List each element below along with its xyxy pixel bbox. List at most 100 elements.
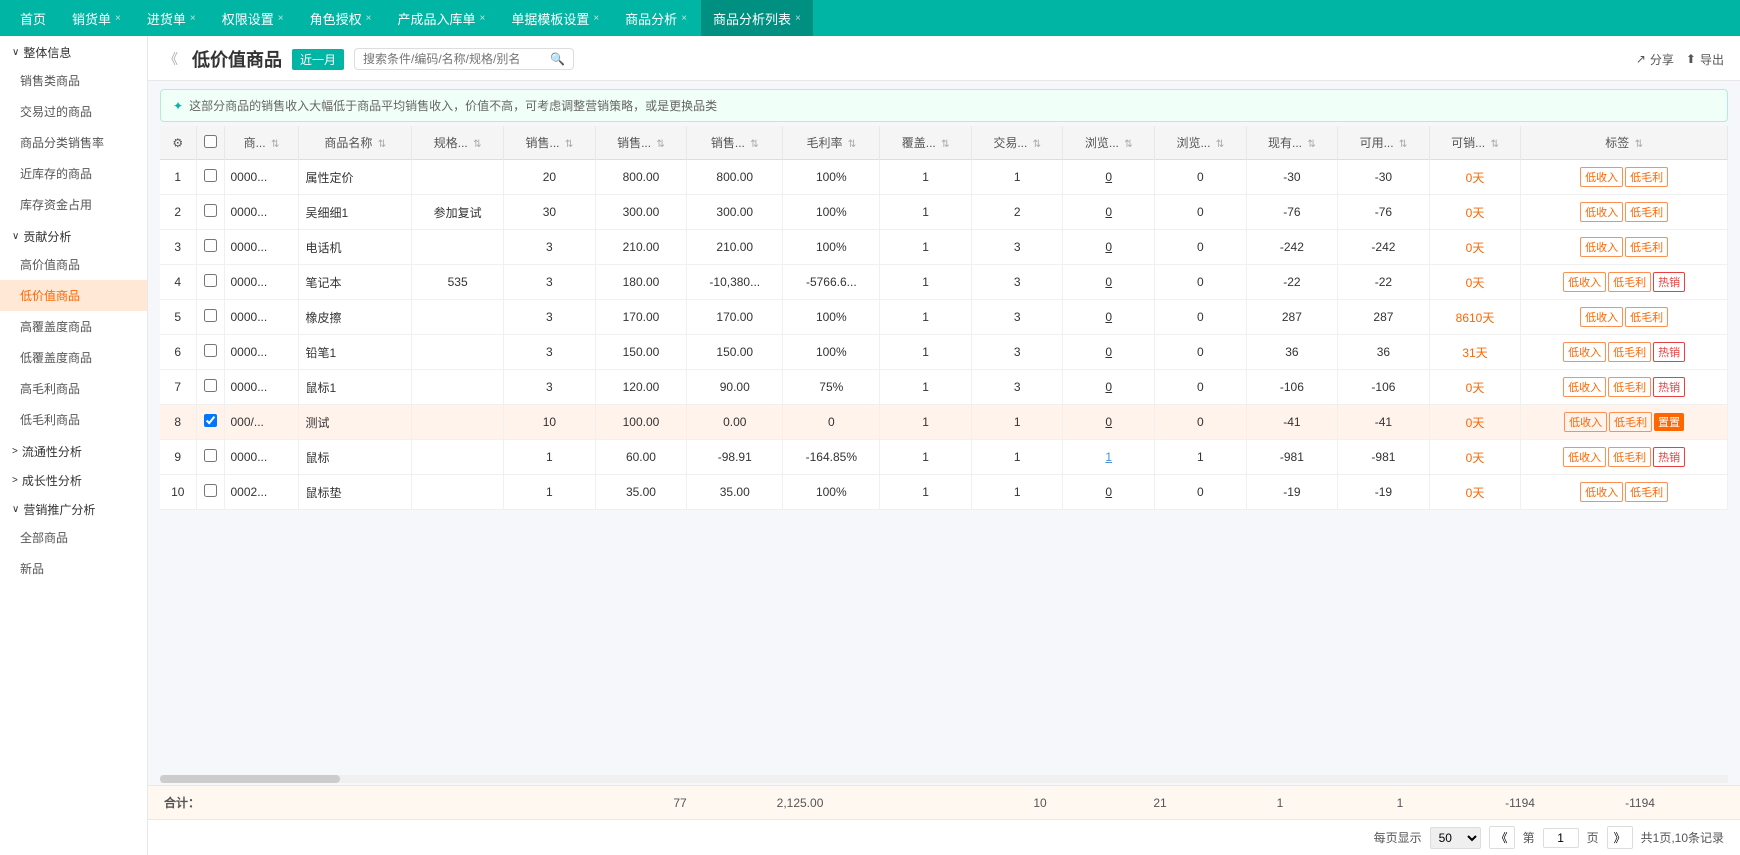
close-icon[interactable]: × bbox=[366, 13, 372, 24]
row-stock2: -41 bbox=[1338, 405, 1430, 440]
period-badge[interactable]: 近一月 bbox=[292, 49, 344, 70]
col-settings[interactable]: ⚙ bbox=[160, 126, 196, 160]
sidebar-item-high-margin[interactable]: 高毛利商品 bbox=[0, 373, 147, 404]
col-code[interactable]: 商... ⇅ bbox=[224, 126, 299, 160]
row-checkbox[interactable] bbox=[196, 370, 224, 405]
sidebar-section-growth[interactable]: > 成长性分析 bbox=[0, 464, 147, 493]
close-icon[interactable]: × bbox=[681, 13, 687, 24]
footer-spacer1 bbox=[220, 796, 340, 810]
close-icon[interactable]: × bbox=[190, 13, 196, 24]
sidebar-section-marketing[interactable]: ∨ 营销推广分析 bbox=[0, 493, 147, 522]
col-qty[interactable]: 销售... ⇅ bbox=[504, 126, 596, 160]
row-select-checkbox[interactable] bbox=[204, 169, 217, 182]
row-view1[interactable]: 1 bbox=[1063, 440, 1155, 475]
sidebar-item-stock-capital[interactable]: 库存资金占用 bbox=[0, 189, 147, 220]
tag-hot: 热销 bbox=[1653, 447, 1685, 467]
row-view1: 0 bbox=[1063, 265, 1155, 300]
col-days[interactable]: 可销... ⇅ bbox=[1429, 126, 1521, 160]
sidebar-item-low-coverage[interactable]: 低覆盖度商品 bbox=[0, 342, 147, 373]
close-icon[interactable]: × bbox=[795, 13, 801, 24]
row-checkbox[interactable] bbox=[196, 440, 224, 475]
nav-template-setting[interactable]: 单据模板设置 × bbox=[499, 0, 611, 36]
search-input[interactable] bbox=[363, 52, 544, 66]
row-stock2: -242 bbox=[1338, 230, 1430, 265]
sidebar-section-overall[interactable]: ∨ 整体信息 bbox=[0, 36, 147, 65]
col-coverage[interactable]: 覆盖... ⇅ bbox=[880, 126, 972, 160]
sidebar-item-all-goods[interactable]: 全部商品 bbox=[0, 522, 147, 553]
sidebar-item-new-goods[interactable]: 新品 bbox=[0, 553, 147, 584]
sidebar-item-high-value[interactable]: 高价值商品 bbox=[0, 249, 147, 280]
nav-home[interactable]: 首页 bbox=[8, 0, 58, 36]
share-button[interactable]: ↗ 分享 bbox=[1636, 51, 1674, 68]
select-all-checkbox[interactable] bbox=[204, 135, 217, 148]
row-select-checkbox[interactable] bbox=[204, 204, 217, 217]
row-checkbox[interactable] bbox=[196, 335, 224, 370]
row-trade: 2 bbox=[971, 195, 1063, 230]
col-tags[interactable]: 标签 ⇅ bbox=[1521, 126, 1728, 160]
row-checkbox[interactable] bbox=[196, 160, 224, 195]
row-stock1: 287 bbox=[1246, 300, 1338, 335]
col-sale2[interactable]: 销售... ⇅ bbox=[687, 126, 783, 160]
row-select-checkbox[interactable] bbox=[204, 379, 217, 392]
row-view1: 0 bbox=[1063, 195, 1155, 230]
row-name: 鼠标 bbox=[299, 440, 412, 475]
row-checkbox[interactable] bbox=[196, 230, 224, 265]
chevron-down-icon: ∨ bbox=[12, 231, 19, 242]
nav-purchase-order[interactable]: 进货单 × bbox=[135, 0, 208, 36]
close-icon[interactable]: × bbox=[278, 13, 284, 24]
sidebar-item-low-stock[interactable]: 近库存的商品 bbox=[0, 158, 147, 189]
content-area: 《 低价值商品 近一月 🔍 ↗ 分享 ⬆ 导出 ✦ 这部分商品的销售收入大幅 bbox=[148, 36, 1740, 855]
sidebar-item-category-sales[interactable]: 商品分类销售率 bbox=[0, 127, 147, 158]
row-checkbox[interactable] bbox=[196, 195, 224, 230]
row-select-checkbox[interactable] bbox=[204, 309, 217, 322]
sidebar-item-traded-goods[interactable]: 交易过的商品 bbox=[0, 96, 147, 127]
row-select-checkbox[interactable] bbox=[204, 414, 217, 427]
col-name[interactable]: 商品名称 ⇅ bbox=[299, 126, 412, 160]
sidebar-item-high-coverage[interactable]: 高覆盖度商品 bbox=[0, 311, 147, 342]
header-actions: ↗ 分享 ⬆ 导出 bbox=[1636, 51, 1724, 68]
sidebar-section-liquidity[interactable]: > 流通性分析 bbox=[0, 435, 147, 464]
row-select-checkbox[interactable] bbox=[204, 484, 217, 497]
sidebar-item-sales-goods[interactable]: 销售类商品 bbox=[0, 65, 147, 96]
next-page-button[interactable]: 》 bbox=[1607, 826, 1633, 849]
first-page-button[interactable]: 《 bbox=[1489, 826, 1515, 849]
nav-product-warehouse[interactable]: 产成品入库单 × bbox=[385, 0, 497, 36]
search-icon[interactable]: 🔍 bbox=[550, 52, 565, 66]
export-button[interactable]: ⬆ 导出 bbox=[1686, 51, 1724, 68]
row-checkbox[interactable] bbox=[196, 300, 224, 335]
sidebar-toggle-button[interactable]: 《 bbox=[164, 49, 178, 69]
row-select-checkbox[interactable] bbox=[204, 239, 217, 252]
row-checkbox[interactable] bbox=[196, 475, 224, 510]
close-icon[interactable]: × bbox=[479, 13, 485, 24]
sidebar-item-low-margin[interactable]: 低毛利商品 bbox=[0, 404, 147, 435]
col-spec[interactable]: 规格... ⇅ bbox=[412, 126, 504, 160]
nav-sales-order[interactable]: 销货单 × bbox=[60, 0, 133, 36]
row-checkbox[interactable] bbox=[196, 265, 224, 300]
per-page-select[interactable]: 50 100 200 bbox=[1430, 827, 1481, 849]
col-stock2[interactable]: 可用... ⇅ bbox=[1338, 126, 1430, 160]
col-view1[interactable]: 浏览... ⇅ bbox=[1063, 126, 1155, 160]
nav-permission[interactable]: 权限设置 × bbox=[210, 0, 296, 36]
col-margin[interactable]: 毛利率 ⇅ bbox=[783, 126, 880, 160]
row-margin: 75% bbox=[783, 370, 880, 405]
nav-product-analysis[interactable]: 商品分析 × bbox=[613, 0, 699, 36]
close-icon[interactable]: × bbox=[593, 13, 599, 24]
sidebar-section-contribution[interactable]: ∨ 贡献分析 bbox=[0, 220, 147, 249]
scrollbar-thumb[interactable] bbox=[160, 775, 340, 783]
row-select-checkbox[interactable] bbox=[204, 449, 217, 462]
horizontal-scrollbar[interactable] bbox=[160, 775, 1728, 783]
row-select-checkbox[interactable] bbox=[204, 344, 217, 357]
page-number-input[interactable] bbox=[1543, 828, 1579, 848]
nav-product-analysis-list[interactable]: 商品分析列表 × bbox=[701, 0, 813, 36]
row-select-checkbox[interactable] bbox=[204, 274, 217, 287]
row-checkbox[interactable] bbox=[196, 405, 224, 440]
close-icon[interactable]: × bbox=[115, 13, 121, 24]
nav-role-auth[interactable]: 角色授权 × bbox=[298, 0, 384, 36]
sidebar-item-low-value[interactable]: 低价值商品 bbox=[0, 280, 147, 311]
col-stock1[interactable]: 现有... ⇅ bbox=[1246, 126, 1338, 160]
col-view2[interactable]: 浏览... ⇅ bbox=[1155, 126, 1247, 160]
col-trade[interactable]: 交易... ⇅ bbox=[971, 126, 1063, 160]
tag-special: 置置 bbox=[1654, 413, 1684, 431]
col-sale1[interactable]: 销售... ⇅ bbox=[595, 126, 687, 160]
share-icon: ↗ bbox=[1636, 52, 1646, 66]
